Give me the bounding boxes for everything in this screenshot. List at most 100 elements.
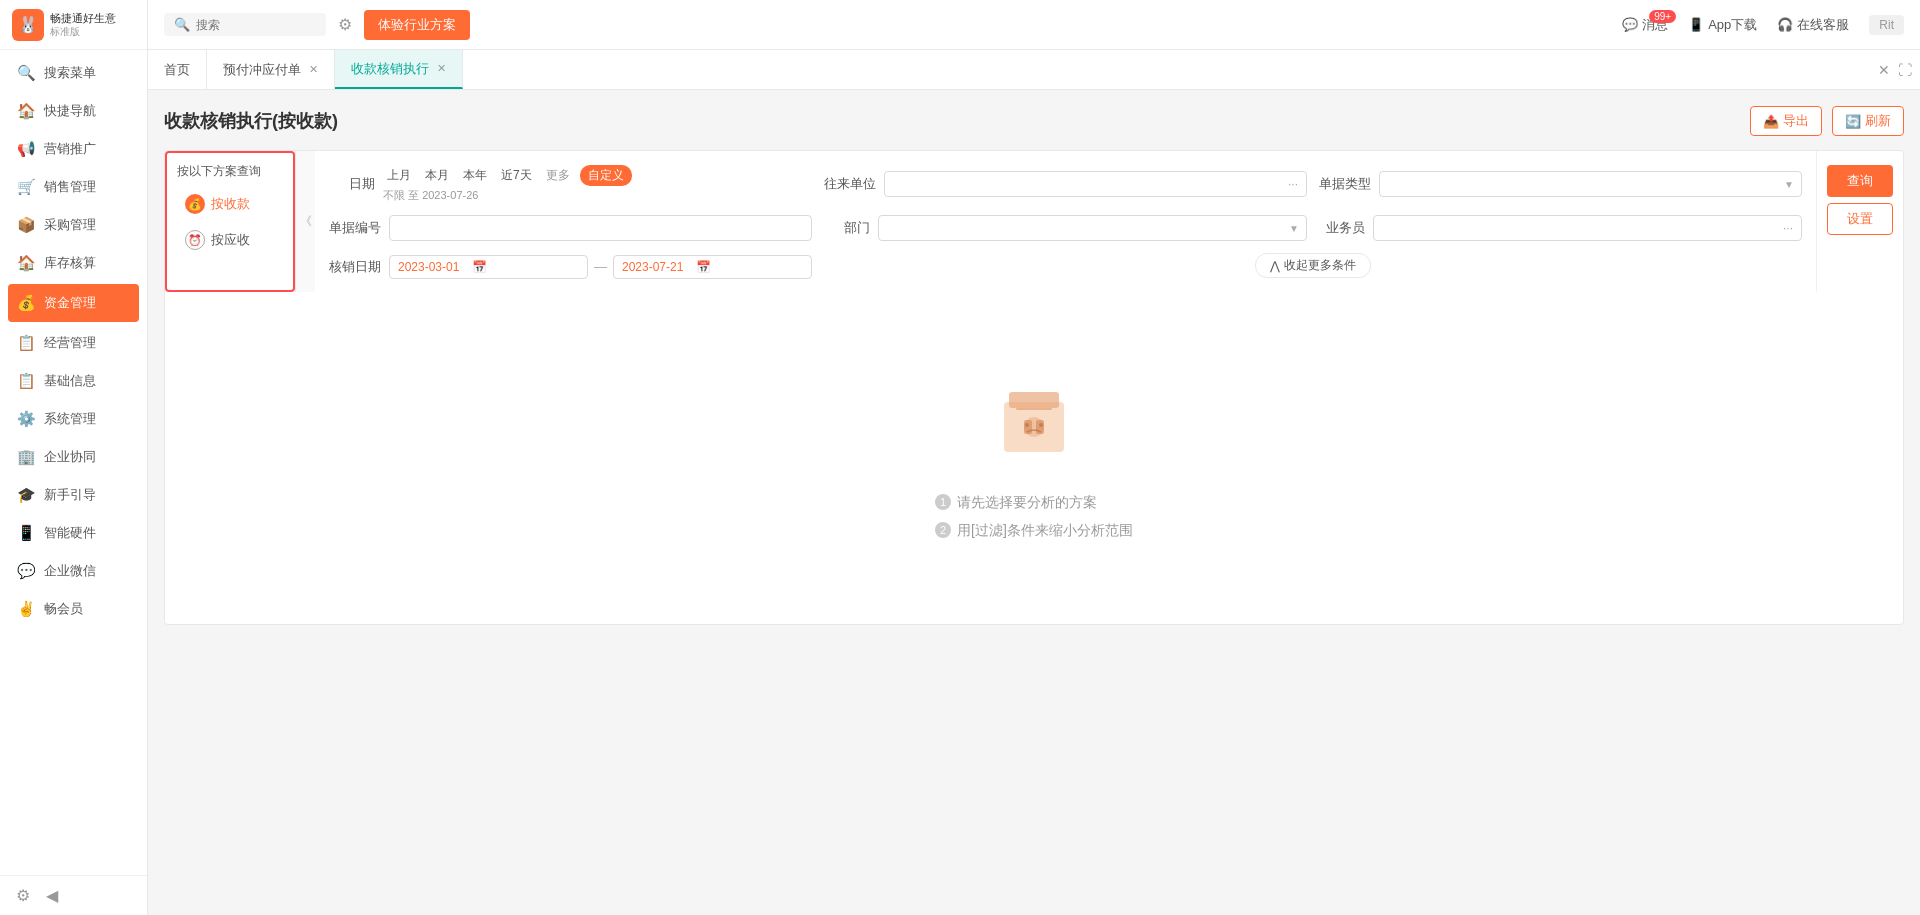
counterpart-filter-cell: 往来单位 ··· <box>824 171 1307 197</box>
search-bar-icon: 🔍 <box>174 17 190 32</box>
prepay-tab-label: 预付冲应付单 <box>223 61 301 79</box>
counterpart-dots-icon: ··· <box>1288 177 1298 191</box>
sidebar-item-search-menu[interactable]: 🔍 搜索菜单 <box>0 54 147 92</box>
nav-label: 采购管理 <box>44 216 96 234</box>
refresh-label: 刷新 <box>1865 112 1891 130</box>
receivable-type-icon: ⏰ <box>185 230 205 250</box>
tip2-text: 用[过滤]条件来缩小分析范围 <box>957 516 1133 544</box>
app-download-button[interactable]: 📱 App下载 <box>1688 16 1757 34</box>
date-tab-last-month[interactable]: 上月 <box>383 165 415 186</box>
date-tab-this-year[interactable]: 本年 <box>459 165 491 186</box>
settings-bottom-icon[interactable]: ⚙ <box>16 886 30 905</box>
page-header: 收款核销执行(按收款) 📤 导出 🔄 刷新 <box>164 106 1904 136</box>
filter-action-col: 查询 设置 <box>1816 151 1903 292</box>
capital-icon: 💰 <box>16 294 36 312</box>
date-range-cell: 📅 — 📅 <box>389 255 812 279</box>
beginner-icon: 🎓 <box>16 486 36 504</box>
query-type-by-receivable[interactable]: ⏰ 按应收 <box>177 224 283 256</box>
writeoff-date-to-wrap: 📅 <box>613 255 812 279</box>
nav-label: 营销推广 <box>44 140 96 158</box>
sales-icon: 🛒 <box>16 178 36 196</box>
logo-line1: 畅捷通好生意 <box>50 11 116 25</box>
sidebar-item-beginner[interactable]: 🎓 新手引导 <box>0 476 147 514</box>
search-input[interactable] <box>196 18 316 32</box>
sidebar-item-capital[interactable]: 💰 资金管理 <box>8 284 139 322</box>
dept-select[interactable] <box>878 215 1307 241</box>
receipt-tab-close[interactable]: ✕ <box>437 62 446 75</box>
export-button[interactable]: 📤 导出 <box>1750 106 1822 136</box>
sidebar: 🐰 畅捷通好生意 标准版 🔍 搜索菜单 🏠 快捷导航 📢 营销推广 🛒 销售管理… <box>0 0 148 915</box>
settings-button[interactable]: 设置 <box>1827 203 1893 235</box>
sidebar-item-marketing[interactable]: 📢 营销推广 <box>0 130 147 168</box>
sidebar-item-purchase[interactable]: 📦 采购管理 <box>0 206 147 244</box>
sidebar-item-sales[interactable]: 🛒 销售管理 <box>0 168 147 206</box>
page-title: 收款核销执行(按收款) <box>164 109 338 133</box>
sidebar-item-business[interactable]: 📋 经营管理 <box>0 324 147 362</box>
doc-type-label: 单据类型 <box>1319 175 1371 193</box>
dept-filter-cell: 部门 ▼ <box>824 215 1307 241</box>
date-tab-7days[interactable]: 近7天 <box>497 165 536 186</box>
collapse-panel-button[interactable]: 《 <box>295 151 315 292</box>
sidebar-item-system[interactable]: ⚙️ 系统管理 <box>0 400 147 438</box>
prepay-tab-close[interactable]: ✕ <box>309 63 318 76</box>
close-tab-icon[interactable]: ✕ <box>1878 62 1890 78</box>
user-avatar[interactable]: Rit <box>1869 15 1904 35</box>
sidebar-item-hardware[interactable]: 📱 智能硬件 <box>0 514 147 552</box>
date-tab-this-month[interactable]: 本月 <box>421 165 453 186</box>
date-hint: 不限 至 2023-07-26 <box>383 188 812 203</box>
filter-row-2: 单据编号 部门 ▼ <box>329 215 1802 241</box>
online-service-button[interactable]: 🎧 在线客服 <box>1777 16 1849 34</box>
expand-tab-icon[interactable]: ⛶ <box>1898 62 1912 78</box>
writeoff-date-to-cal-icon[interactable]: 📅 <box>696 260 711 274</box>
nav-label: 新手引导 <box>44 486 96 504</box>
doc-num-filter-cell: 单据编号 <box>329 215 812 241</box>
sidebar-bottom: ⚙ ◀ <box>0 875 147 915</box>
filter-row-1: 日期 上月 本月 本年 近7天 更多 自定义 <box>329 165 1802 203</box>
nav-label: 经营管理 <box>44 334 96 352</box>
doc-type-select-wrapper: ▼ <box>1379 171 1802 197</box>
writeoff-date-from-input[interactable] <box>398 260 468 274</box>
tab-home[interactable]: 首页 <box>148 50 207 89</box>
sidebar-item-basic-info[interactable]: 📋 基础信息 <box>0 362 147 400</box>
empty-tips: 1 请先选择要分析的方案 2 用[过滤]条件来缩小分析范围 <box>935 488 1133 544</box>
topbar-search-box[interactable]: 🔍 <box>164 13 326 36</box>
sidebar-item-wechat[interactable]: 💬 企业微信 <box>0 552 147 590</box>
sidebar-item-inventory[interactable]: 🏠 库存核算 <box>0 244 147 282</box>
gear-icon[interactable]: ⚙ <box>338 15 352 34</box>
writeoff-date-to-input[interactable] <box>622 260 692 274</box>
collapse-more-button[interactable]: ⋀ 收起更多条件 <box>1255 253 1371 278</box>
query-type-title: 按以下方案查询 <box>177 163 283 180</box>
writeoff-date-from-cal-icon[interactable]: 📅 <box>472 260 487 274</box>
date-tab-custom[interactable]: 自定义 <box>580 165 632 186</box>
staff-select-button[interactable]: ··· <box>1373 215 1802 241</box>
solution-button[interactable]: 体验行业方案 <box>364 10 470 40</box>
search-icon: 🔍 <box>16 64 36 82</box>
message-icon: 💬 <box>1622 17 1638 32</box>
query-type-by-receipt[interactable]: 💰 按收款 <box>177 188 283 220</box>
sidebar-item-quick-nav[interactable]: 🏠 快捷导航 <box>0 92 147 130</box>
date-filter-cell: 日期 上月 本月 本年 近7天 更多 自定义 <box>329 165 812 203</box>
tab-prepay[interactable]: 预付冲应付单 ✕ <box>207 50 335 89</box>
date-tab-more[interactable]: 更多 <box>542 165 574 186</box>
doc-num-label: 单据编号 <box>329 219 381 237</box>
tab-receipt-writeoff[interactable]: 收款核销执行 ✕ <box>335 50 463 89</box>
receipt-type-label: 按收款 <box>211 195 250 213</box>
date-filter-label: 日期 <box>329 175 375 193</box>
svg-point-7 <box>1039 423 1043 427</box>
nav-label: 畅会员 <box>44 600 83 618</box>
doc-type-select[interactable] <box>1379 171 1802 197</box>
export-icon: 📤 <box>1763 114 1779 129</box>
date-tabs: 上月 本月 本年 近7天 更多 自定义 <box>383 165 812 186</box>
counterpart-select-button[interactable]: ··· <box>884 171 1307 197</box>
query-button[interactable]: 查询 <box>1827 165 1893 197</box>
logo-text: 畅捷通好生意 标准版 <box>50 11 116 38</box>
member-icon: ✌️ <box>16 600 36 618</box>
nav-label: 企业微信 <box>44 562 96 580</box>
message-button[interactable]: 💬 消息 99+ <box>1622 16 1668 34</box>
doc-num-input[interactable] <box>389 215 812 241</box>
sidebar-item-member[interactable]: ✌️ 畅会员 <box>0 590 147 628</box>
refresh-button[interactable]: 🔄 刷新 <box>1832 106 1904 136</box>
collapse-sidebar-icon[interactable]: ◀ <box>46 886 58 905</box>
sidebar-item-enterprise[interactable]: 🏢 企业协同 <box>0 438 147 476</box>
empty-tip-1: 1 请先选择要分析的方案 <box>935 488 1133 516</box>
